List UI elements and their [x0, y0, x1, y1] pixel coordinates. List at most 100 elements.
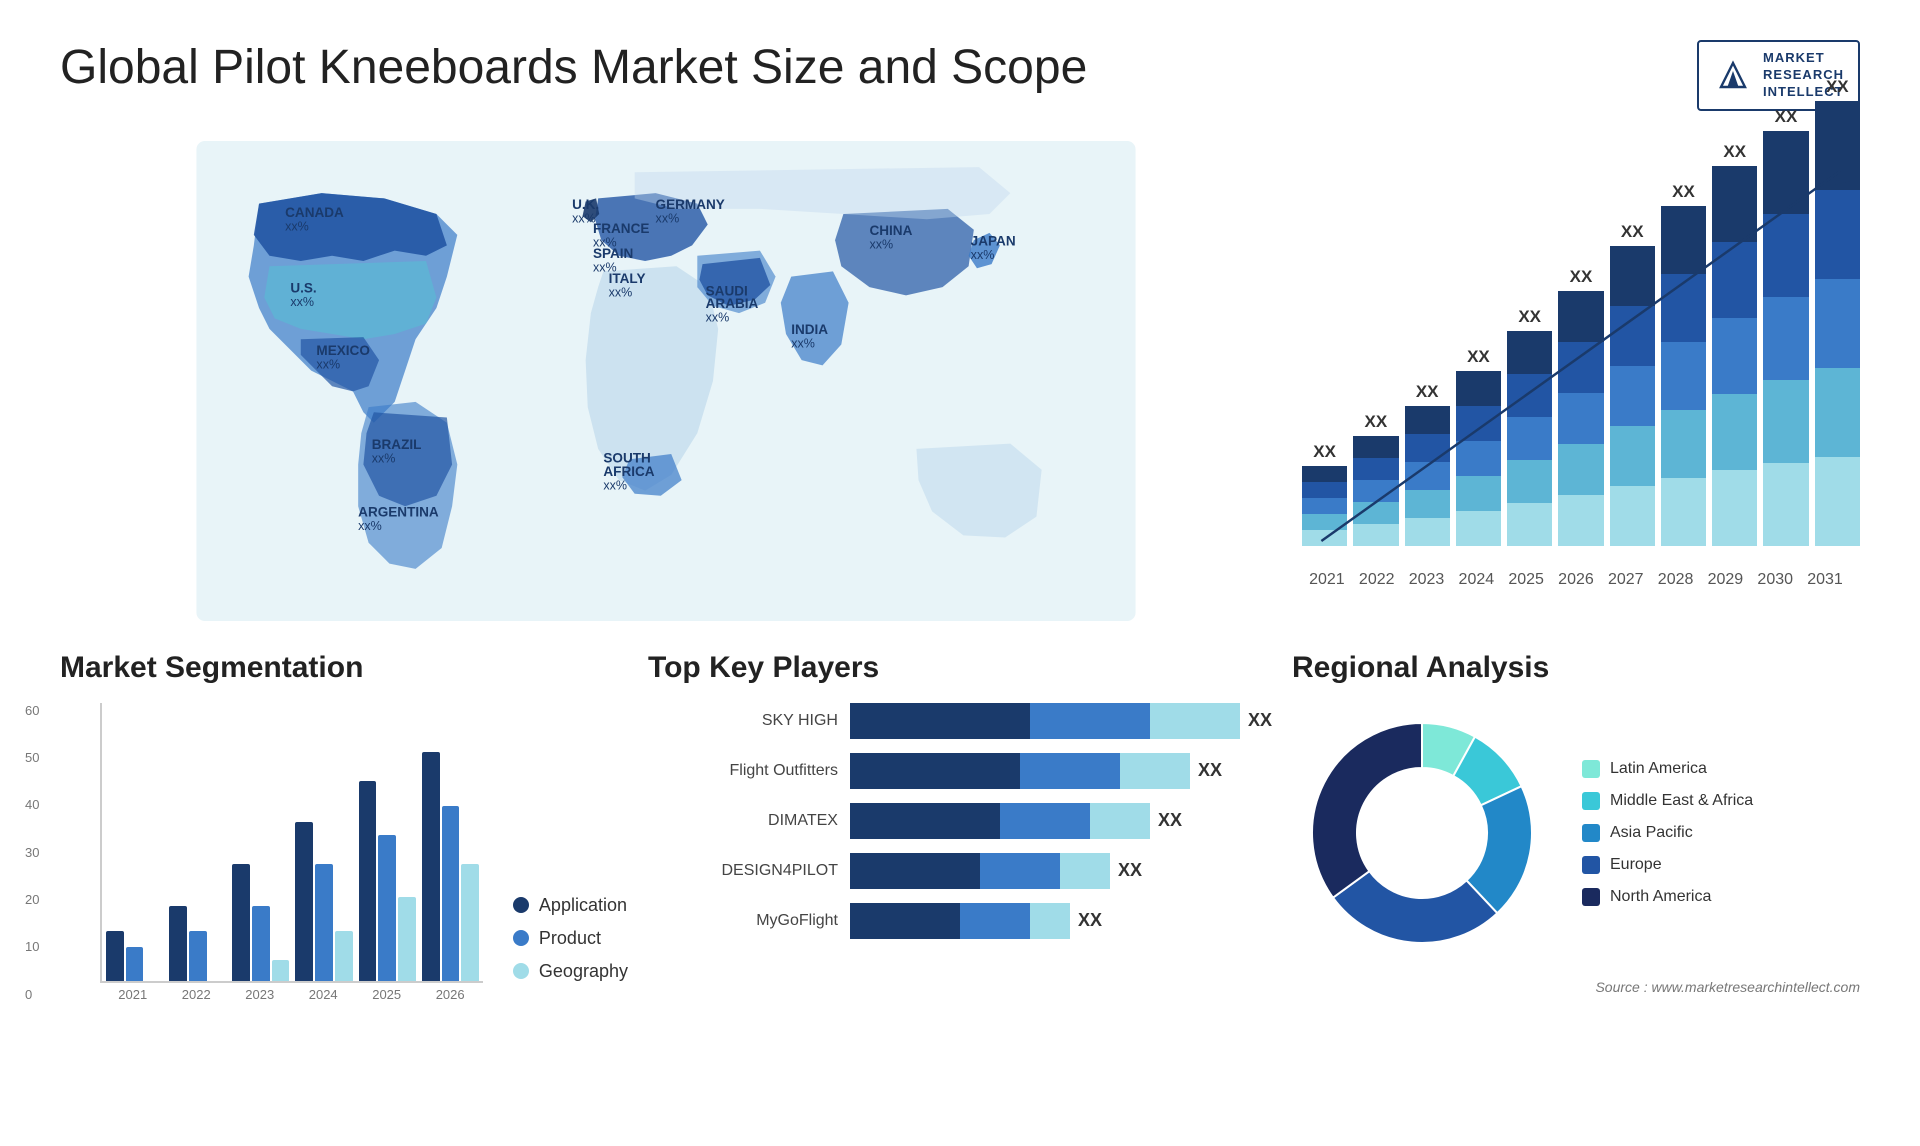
bar-segment	[1610, 366, 1655, 426]
player-bar-segment	[980, 853, 1060, 889]
seg-x-label: 2026	[421, 987, 478, 1002]
logo-icon	[1713, 55, 1753, 95]
seg-legend: ApplicationProductGeography	[513, 895, 628, 1002]
bar-group: XX	[1353, 412, 1398, 546]
bar-year-label: 2028	[1651, 571, 1701, 589]
svg-text:xx%: xx%	[285, 219, 309, 233]
player-bar-segment	[1060, 853, 1110, 889]
seg-bar-group	[106, 931, 163, 981]
bar-segment	[1815, 457, 1860, 546]
bar-chart-bars: XXXXXXXXXXXXXXXXXXXXXX	[1302, 151, 1860, 551]
bar-segment	[1712, 242, 1757, 318]
seg-y-label: 50	[25, 750, 39, 765]
svg-text:AFRICA: AFRICA	[603, 464, 654, 479]
svg-text:xx%: xx%	[869, 237, 893, 251]
bar-segment	[1558, 393, 1603, 444]
seg-bar	[398, 897, 416, 980]
player-bar	[850, 703, 1240, 739]
svg-text:xx%: xx%	[358, 519, 382, 533]
bar-segment	[1712, 166, 1757, 242]
player-bar-segment	[850, 753, 1020, 789]
svg-text:CHINA: CHINA	[869, 223, 912, 238]
bar-segment	[1610, 486, 1655, 546]
bar-year-label: 2023	[1402, 571, 1452, 589]
regional-legend-color	[1582, 760, 1600, 778]
svg-text:BRAZIL: BRAZIL	[372, 436, 422, 451]
player-row: MyGoFlightXX	[648, 903, 1272, 939]
svg-text:xx%: xx%	[316, 357, 340, 371]
seg-legend-item: Geography	[513, 961, 628, 982]
svg-text:U.S.: U.S.	[290, 280, 316, 295]
bar-segment	[1712, 394, 1757, 470]
bar-segment	[1456, 476, 1501, 511]
bar-stack	[1353, 436, 1398, 546]
player-bar-container: XX	[850, 903, 1102, 939]
bar-segment	[1507, 417, 1552, 460]
bar-group: XX	[1456, 347, 1501, 546]
bar-year-label: 2021	[1302, 571, 1352, 589]
player-bar-segment	[1030, 703, 1150, 739]
bar-group: XX	[1815, 77, 1860, 546]
seg-legend-dot	[513, 930, 529, 946]
seg-bar	[295, 822, 313, 980]
regional-legend: Latin AmericaMiddle East & AfricaAsia Pa…	[1582, 760, 1753, 906]
bar-year-label: 2029	[1701, 571, 1751, 589]
bar-stack	[1456, 371, 1501, 546]
player-bar-segment	[1150, 703, 1240, 739]
seg-y-label: 10	[25, 939, 39, 954]
bar-segment	[1712, 318, 1757, 394]
svg-text:JAPAN: JAPAN	[971, 233, 1016, 248]
bar-year-label: 2027	[1601, 571, 1651, 589]
seg-legend-dot	[513, 963, 529, 979]
seg-y-label: 60	[25, 703, 39, 718]
player-bar-segment	[850, 853, 980, 889]
player-bar-container: XX	[850, 803, 1182, 839]
svg-text:U.K.: U.K.	[572, 196, 599, 211]
bar-group: XX	[1558, 267, 1603, 546]
seg-x-label: 2024	[294, 987, 351, 1002]
bar-segment	[1405, 490, 1450, 518]
bar-stack	[1507, 331, 1552, 546]
player-bar-segment	[1090, 803, 1150, 839]
seg-chart-wrapper: 6050403020100 202120222023202420252026 A…	[60, 703, 628, 1002]
seg-chart-area	[100, 703, 483, 983]
regional-legend-color	[1582, 824, 1600, 842]
bar-stack	[1763, 131, 1808, 546]
svg-text:xx%: xx%	[656, 211, 680, 225]
seg-legend-dot	[513, 897, 529, 913]
seg-bar	[378, 835, 396, 981]
seg-bar	[232, 864, 250, 981]
regional-container: Latin AmericaMiddle East & AfricaAsia Pa…	[1292, 703, 1860, 963]
player-row: Flight OutfittersXX	[648, 753, 1272, 789]
bar-segment	[1558, 444, 1603, 495]
bar-top-label: XX	[1313, 442, 1336, 462]
svg-text:xx%: xx%	[290, 295, 314, 309]
seg-bar	[335, 931, 353, 981]
bar-stack	[1302, 466, 1347, 546]
page-container: Global Pilot Kneeboards Market Size and …	[0, 0, 1920, 1032]
seg-bar	[461, 864, 479, 981]
bar-top-label: XX	[1416, 382, 1439, 402]
bar-segment	[1353, 480, 1398, 502]
player-bar-segment	[1020, 753, 1120, 789]
canada-label: CANADA	[285, 205, 344, 220]
seg-y-label: 30	[25, 845, 39, 860]
bar-segment	[1507, 460, 1552, 503]
bar-chart-section: XXXXXXXXXXXXXXXXXXXXXX 20212022202320242…	[1292, 141, 1860, 621]
svg-text:xx%: xx%	[372, 451, 396, 465]
bar-segment	[1815, 368, 1860, 457]
bar-segment	[1815, 101, 1860, 190]
player-bar-segment	[1000, 803, 1090, 839]
bar-segment	[1405, 462, 1450, 490]
player-bar-segment	[850, 803, 1000, 839]
svg-text:xx%: xx%	[971, 248, 995, 262]
segmentation-title: Market Segmentation	[60, 651, 628, 685]
bar-top-label: XX	[1365, 412, 1388, 432]
regional-legend-color	[1582, 856, 1600, 874]
bar-top-label: XX	[1621, 222, 1644, 242]
regional-legend-item: Middle East & Africa	[1582, 792, 1753, 810]
main-grid: CANADA xx% U.S. xx% MEXICO xx% BRAZIL xx…	[60, 141, 1860, 1002]
bar-top-label: XX	[1723, 142, 1746, 162]
bar-stack	[1610, 246, 1655, 546]
svg-text:xx%: xx%	[706, 310, 730, 324]
